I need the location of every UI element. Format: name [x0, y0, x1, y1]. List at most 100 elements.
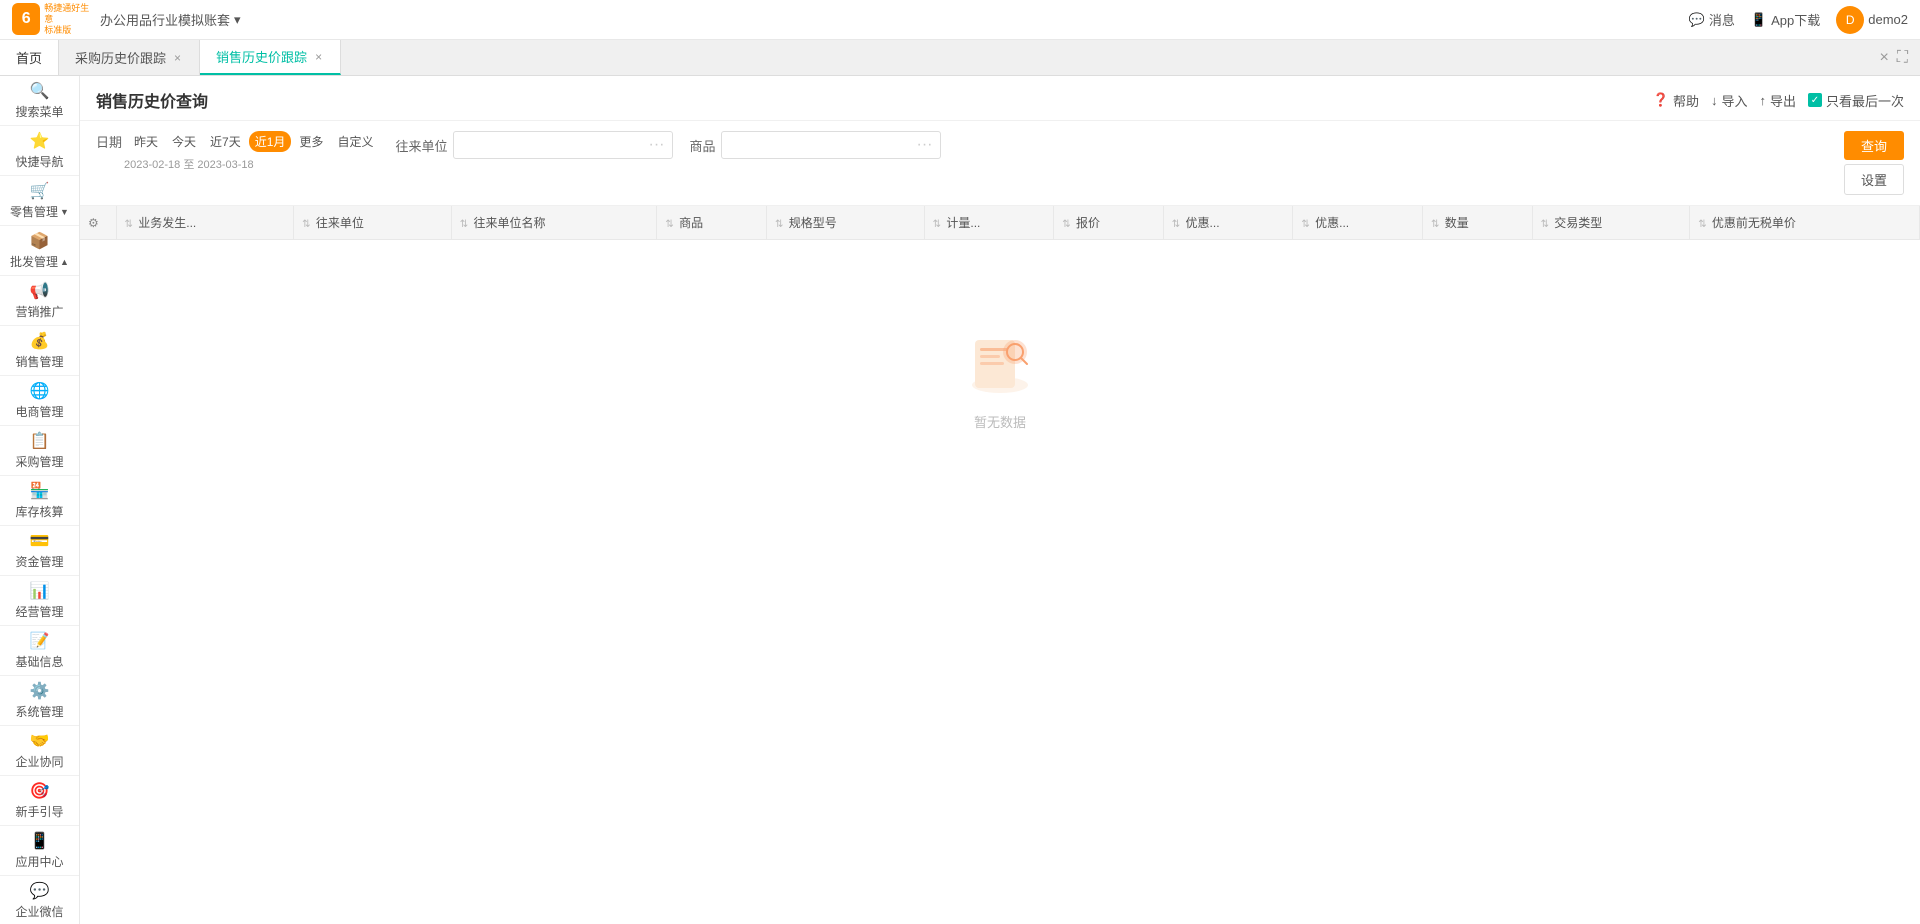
date-btn-more[interactable]: 更多 — [293, 131, 329, 152]
sidebar-item-ecommerce[interactable]: 🌐 电商管理 — [0, 376, 79, 426]
query-button[interactable]: 查询 — [1844, 131, 1904, 160]
sidebar-label-retail: 零售管理 — [10, 203, 58, 220]
message-icon: 💬 — [1689, 12, 1705, 28]
import-btn[interactable]: ↓ 导入 — [1711, 91, 1748, 110]
sidebar-item-inventory[interactable]: 🏪 库存核算 — [0, 476, 79, 526]
col-biz-date[interactable]: ⇅ 业务发生... — [116, 206, 294, 240]
account-selector[interactable]: 办公用品行业模拟账套 ▾ — [100, 10, 241, 29]
table-container: ⚙ ⇅ 业务发生... ⇅ 往来单位 ⇅ 往来单位名称 — [80, 206, 1920, 924]
chevron-icon-wholesale: ▲ — [60, 257, 69, 267]
sidebar-item-system[interactable]: ⚙️ 系统管理 — [0, 676, 79, 726]
page-title: 销售历史价查询 — [96, 88, 208, 112]
date-btn-today[interactable]: 今天 — [166, 131, 202, 152]
sidebar-item-quick-nav[interactable]: ⭐ 快捷导航 — [0, 126, 79, 176]
partner-label: 往来单位 — [395, 136, 447, 155]
col-product[interactable]: ⇅ 商品 — [657, 206, 767, 240]
col-quantity[interactable]: ⇅ 数量 — [1422, 206, 1532, 240]
sidebar-item-ops[interactable]: 📊 经营管理 — [0, 576, 79, 626]
date-btn-7days[interactable]: 近7天 — [204, 131, 247, 152]
tab-purchase-history[interactable]: 采购历史价跟踪 × — [59, 40, 200, 75]
sidebar-item-basic-info[interactable]: 📝 基础信息 — [0, 626, 79, 676]
gear-icon[interactable]: ⚙ — [88, 216, 99, 230]
tab-sales-label: 销售历史价跟踪 — [216, 47, 307, 66]
sidebar-item-enterprise-wechat[interactable]: 💬 企业微信 — [0, 876, 79, 924]
tab-sales-history[interactable]: 销售历史价跟踪 × — [200, 40, 341, 75]
sort-arrows-quantity: ⇅ — [1431, 219, 1439, 230]
col-settings[interactable]: ⚙ — [80, 206, 116, 240]
sidebar-item-search-menu[interactable]: 🔍 搜索菜单 — [0, 76, 79, 126]
sort-arrows-spec: ⇅ — [775, 219, 783, 230]
close-window-btn[interactable]: × — [1879, 49, 1888, 67]
sidebar-item-new-guide[interactable]: 🎯 新手引导 — [0, 776, 79, 826]
sidebar-label-wechat: 企业微信 — [15, 903, 63, 920]
help-icon: ❓ — [1653, 92, 1669, 108]
settings-button[interactable]: 设置 — [1844, 164, 1904, 195]
sidebar-label-search-menu: 搜索菜单 — [15, 103, 63, 120]
tab-home[interactable]: 首页 — [0, 40, 59, 75]
sidebar-item-enterprise-collab[interactable]: 🤝 企业协同 — [0, 726, 79, 776]
empty-state-icon — [960, 320, 1040, 400]
product-label: 商品 — [689, 136, 715, 155]
date-btn-custom[interactable]: 自定义 — [331, 131, 379, 152]
col-partner-name[interactable]: ⇅ 往来单位名称 — [451, 206, 657, 240]
tab-bar-actions: × ⛶ — [1867, 40, 1920, 75]
export-btn[interactable]: ↑ 导出 — [1759, 91, 1796, 110]
filter-bar: 日期 昨天 今天 近7天 近1月 更多 自定义 2023-02-18 至 202… — [80, 121, 1920, 206]
sidebar-item-sales-mgmt[interactable]: 💰 销售管理 — [0, 326, 79, 376]
expand-window-btn[interactable]: ⛶ — [1897, 49, 1908, 67]
date-btn-yesterday[interactable]: 昨天 — [128, 131, 164, 152]
collab-icon: 🤝 — [30, 731, 50, 751]
tab-purchase-close[interactable]: × — [172, 49, 183, 67]
table-header-row: ⚙ ⇅ 业务发生... ⇅ 往来单位 ⇅ 往来单位名称 — [80, 206, 1920, 240]
purchase-icon: 📋 — [30, 431, 50, 451]
col-discount1[interactable]: ⇅ 优惠... — [1163, 206, 1293, 240]
sidebar-item-finance[interactable]: 💳 资金管理 — [0, 526, 79, 576]
sidebar-label-system: 系统管理 — [15, 703, 63, 720]
sidebar-item-purchase[interactable]: 📋 采购管理 — [0, 426, 79, 476]
marketing-icon: 📢 — [30, 281, 50, 301]
date-btn-1month[interactable]: 近1月 — [249, 131, 292, 152]
only-last-checkbox-label[interactable]: ✓ 只看最后一次 — [1808, 91, 1904, 110]
message-btn[interactable]: 💬 消息 — [1689, 10, 1735, 29]
sidebar-label-collab: 企业协同 — [15, 753, 63, 770]
sidebar-item-wholesale[interactable]: 📦 批发管理 ▲ — [0, 226, 79, 276]
col-spec[interactable]: ⇅ 规格型号 — [767, 206, 925, 240]
col-trade-type[interactable]: ⇅ 交易类型 — [1532, 206, 1690, 240]
data-table: ⚙ ⇅ 业务发生... ⇅ 往来单位 ⇅ 往来单位名称 — [80, 206, 1920, 240]
top-bar: 6 畅捷通好生意 标准版 办公用品行业模拟账套 ▾ 💬 消息 📱 App下载 D… — [0, 0, 1920, 40]
content-area: 销售历史价查询 ❓ 帮助 ↓ 导入 ↑ 导出 ✓ 只看最后一次 — [80, 76, 1920, 924]
sort-arrows-partner-name: ⇅ — [460, 219, 468, 230]
wholesale-icon: 📦 — [30, 231, 50, 251]
col-quote[interactable]: ⇅ 报价 — [1054, 206, 1164, 240]
date-filter-group: 日期 昨天 今天 近7天 近1月 更多 自定义 2023-02-18 至 202… — [96, 131, 379, 172]
checkbox-checked-icon: ✓ — [1808, 93, 1822, 107]
partner-input[interactable]: ··· — [453, 131, 673, 159]
finance-icon: 💳 — [30, 531, 50, 551]
app-download-btn[interactable]: 📱 App下载 — [1751, 10, 1820, 29]
sidebar-item-marketing[interactable]: 📢 营销推广 — [0, 276, 79, 326]
sidebar-label-ecommerce: 电商管理 — [15, 403, 63, 420]
ecommerce-icon: 🌐 — [30, 381, 50, 401]
sidebar-label-app-center: 应用中心 — [15, 853, 63, 870]
col-pre-tax[interactable]: ⇅ 优惠前无税单价 — [1690, 206, 1920, 240]
col-unit[interactable]: ⇅ 计量... — [924, 206, 1054, 240]
logo-icon: 6 — [12, 3, 40, 35]
app-center-icon: 📱 — [30, 831, 50, 851]
sidebar-item-app-center[interactable]: 📱 应用中心 — [0, 826, 79, 876]
col-discount2[interactable]: ⇅ 优惠... — [1293, 206, 1423, 240]
col-partner-code[interactable]: ⇅ 往来单位 — [294, 206, 452, 240]
sidebar-label-inventory: 库存核算 — [15, 503, 63, 520]
sort-arrows-unit: ⇅ — [933, 219, 941, 230]
main-layout: 🔍 搜索菜单 ⭐ 快捷导航 🛒 零售管理 ▼ 📦 批发管理 ▲ 📢 营销推广 — [0, 76, 1920, 924]
user-profile[interactable]: D demo2 — [1836, 6, 1908, 34]
tab-sales-close[interactable]: × — [313, 48, 324, 66]
system-icon: ⚙️ — [30, 681, 50, 701]
help-btn[interactable]: ❓ 帮助 — [1653, 91, 1699, 110]
product-input-dots[interactable]: ··· — [917, 136, 933, 154]
sidebar-label-finance: 资金管理 — [15, 553, 63, 570]
sort-arrows-pre-tax: ⇅ — [1698, 219, 1706, 230]
product-input[interactable]: ··· — [721, 131, 941, 159]
sidebar-item-retail[interactable]: 🛒 零售管理 ▼ — [0, 176, 79, 226]
partner-input-dots[interactable]: ··· — [648, 136, 664, 154]
filter-btns: 查询 设置 — [1844, 131, 1904, 195]
